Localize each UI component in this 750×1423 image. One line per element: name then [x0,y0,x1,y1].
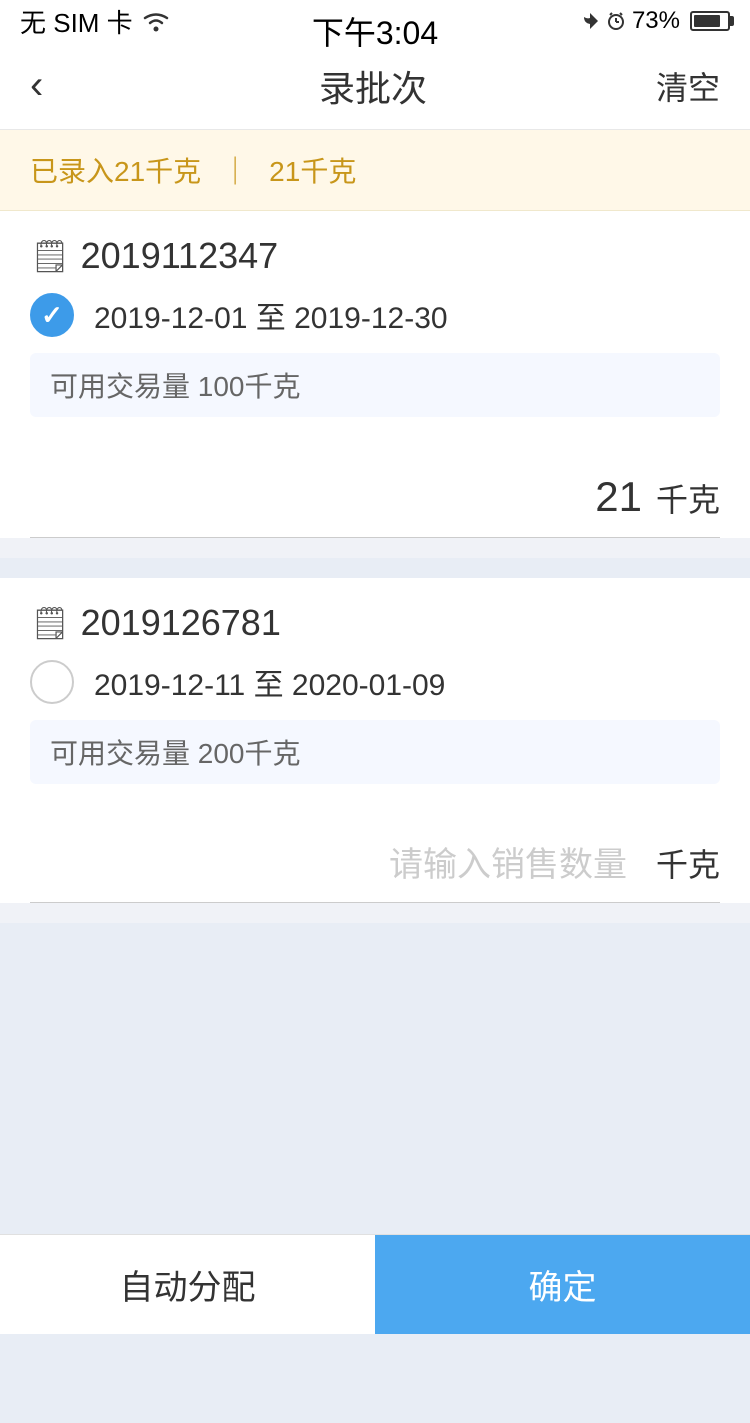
batch2-underline [30,902,720,903]
batch1-radio[interactable]: ✓ [30,293,74,337]
status-bar: 无 SIM 卡 下午3:04 73% [0,0,750,42]
qty-input[interactable] [342,846,642,885]
location-icon [580,11,600,31]
status-left: 无 SIM 卡 [20,3,171,40]
wifi-icon [141,10,171,32]
batch2-header: 🗒 2019126781 [30,602,720,644]
batch2-radio[interactable] [30,660,74,704]
batch2-icon: 🗒 [30,604,71,642]
batch1-card: 🗒 2019112347 ✓ 2019-12-01 至 2019-12-30 可… [0,211,750,538]
batch1-underline [30,537,720,538]
batch2-date: 2019-12-11 至 2020-01-09 [94,660,445,704]
confirm-label: 确定 [529,1260,597,1309]
page-title: 录批次 [319,60,427,112]
total-label: 21千克 [269,150,356,190]
auto-distribute-button[interactable]: 自动分配 [0,1235,375,1334]
auto-distribute-label: 自动分配 [120,1260,256,1309]
batch1-amount: 21 [595,473,642,521]
batch2-id: 2019126781 [81,602,281,644]
batch1-amount-row: 21 千克 [0,457,750,521]
battery-percent: 73% [632,7,680,35]
no-sim-label: 无 SIM 卡 [20,3,133,40]
batch1-inner: 🗒 2019112347 ✓ 2019-12-01 至 2019-12-30 可… [0,211,750,457]
background-area [0,923,750,1423]
section-gap-1 [0,558,750,578]
battery-icon [690,11,730,31]
bottom-bar: 自动分配 确定 [0,1234,750,1334]
back-button[interactable]: ‹ [30,63,90,108]
batch2-card: 🗒 2019126781 2019-12-11 至 2020-01-09 可用交… [0,578,750,903]
batch1-check-icon: ✓ [41,300,63,331]
confirm-button[interactable]: 确定 [375,1235,750,1334]
batch2-inner: 🗒 2019126781 2019-12-11 至 2020-01-09 可用交… [0,578,750,824]
batch2-input-row: 千克 [0,824,750,886]
nav-bar: ‹ 录批次 清空 [0,42,750,130]
clear-button[interactable]: 清空 [656,63,720,109]
batch1-date-row: ✓ 2019-12-01 至 2019-12-30 [30,293,720,337]
batch1-date: 2019-12-01 至 2019-12-30 [94,293,448,337]
info-divider: ｜ [221,150,249,190]
status-right: 73% [580,7,730,35]
batch1-unit: 千克 [656,475,720,521]
status-time: 下午3:04 [312,8,438,54]
alarm-icon [606,11,626,31]
info-banner: 已录入21千克 ｜ 21千克 [0,130,750,211]
batch2-date-row: 2019-12-11 至 2020-01-09 [30,660,720,704]
recorded-label: 已录入21千克 [30,150,201,190]
batch1-available: 可用交易量 100千克 [30,353,720,417]
batch2-available: 可用交易量 200千克 [30,720,720,784]
batch2-unit: 千克 [656,840,720,886]
batch1-header: 🗒 2019112347 [30,235,720,277]
batch1-icon: 🗒 [30,237,71,275]
batch1-id: 2019112347 [81,235,279,277]
